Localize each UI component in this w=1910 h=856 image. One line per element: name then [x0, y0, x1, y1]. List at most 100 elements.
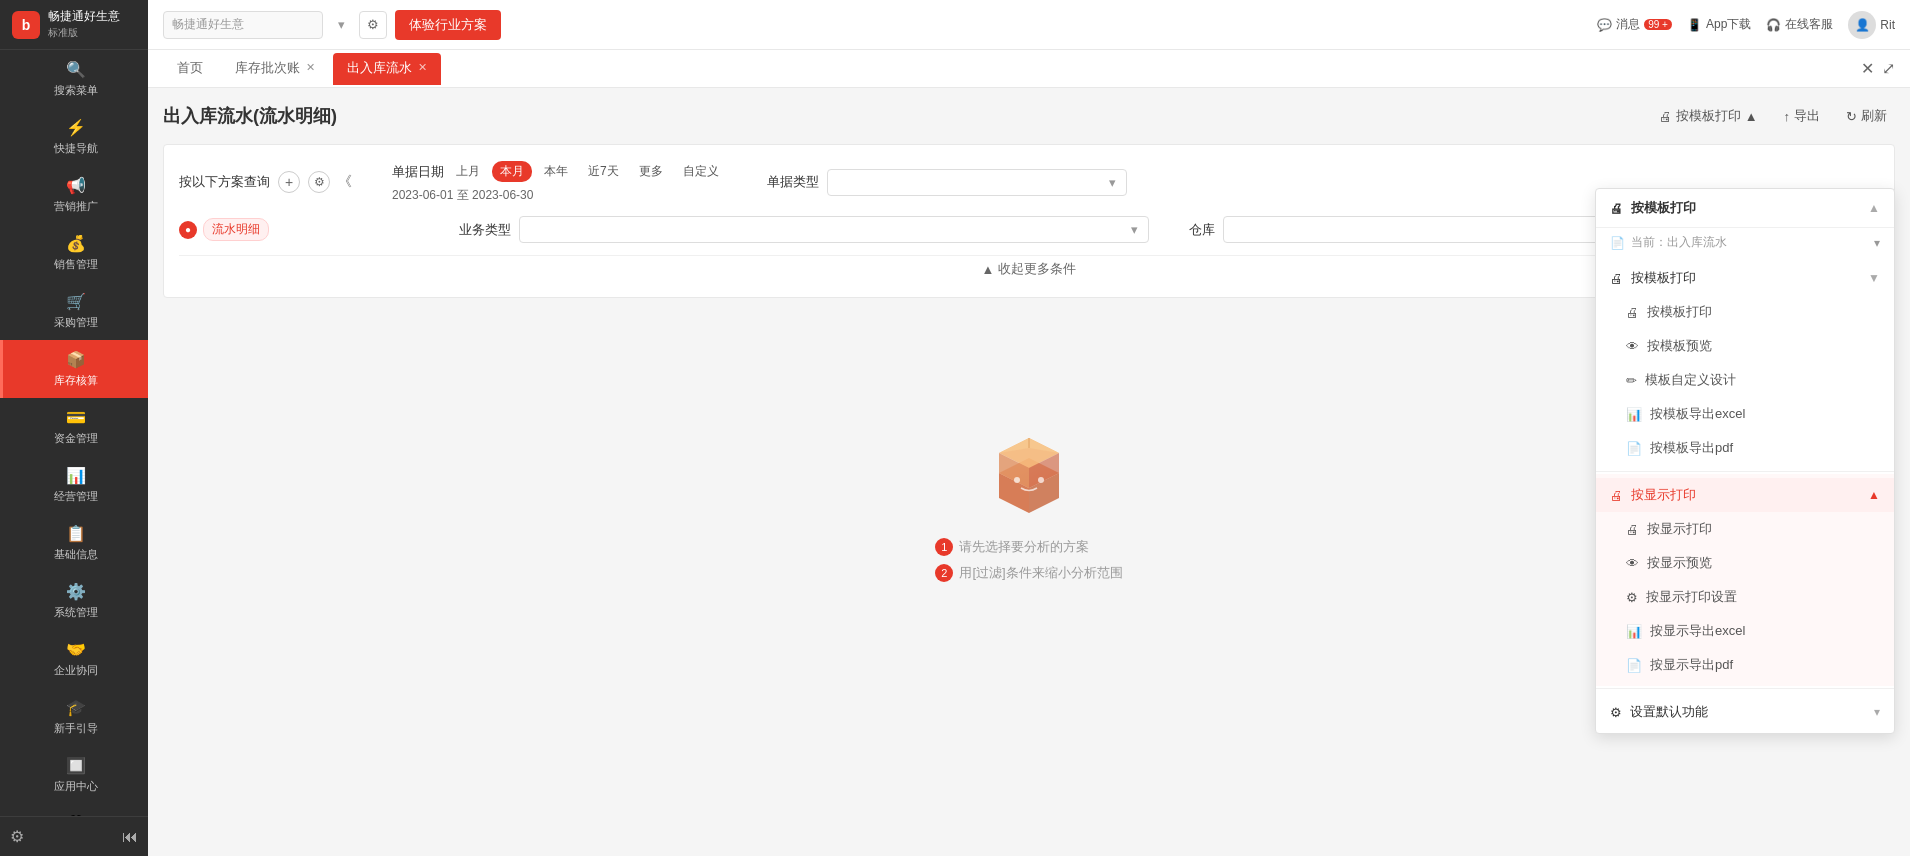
default-settings-icon: ⚙ — [1610, 705, 1622, 720]
template-pdf-item[interactable]: 📄 按模板导出pdf — [1596, 431, 1894, 465]
close-all-icon[interactable]: ✕ — [1861, 59, 1874, 78]
section1-chevron: ▼ — [1868, 271, 1880, 285]
section-template-print: 🖨 按模板打印 ▼ 🖨 按模板打印 👁 按模板预览 ✏ 模板自定义设计 — [1596, 257, 1894, 469]
sidebar-logo: b 畅捷通好生意 标准版 — [0, 0, 148, 50]
message-button[interactable]: 💬 消息 99 + — [1597, 16, 1672, 33]
avatar: 👤 — [1848, 11, 1876, 39]
appcenter-icon: 🔲 — [66, 756, 86, 775]
expand-icon[interactable]: ⤢ — [1882, 59, 1895, 78]
type-select[interactable]: ▾ — [827, 169, 1127, 196]
operations-icon: 📊 — [66, 466, 86, 485]
logo-version: 标准版 — [48, 26, 120, 40]
display-print-label: 按显示打印 — [1647, 520, 1712, 538]
sidebar-item-basic[interactable]: 📋 基础信息 — [0, 514, 148, 572]
sidebar-item-wxwork[interactable]: 💬 企业微信 — [0, 804, 148, 816]
settings-gear-icon[interactable]: ⚙ — [10, 827, 24, 846]
sidebar-item-guide[interactable]: 🎓 新手引导 — [0, 688, 148, 746]
company-selector[interactable] — [163, 11, 323, 39]
section-display-print-header[interactable]: 🖨 按显示打印 ▲ — [1596, 478, 1894, 512]
template-design-label: 模板自定义设计 — [1645, 371, 1736, 389]
date-tab-more[interactable]: 更多 — [631, 160, 671, 183]
sidebar-item-collab[interactable]: 🤝 企业协同 — [0, 630, 148, 688]
business-type-filter: 业务类型 ▾ — [459, 216, 1149, 243]
display-section-icon: 🖨 — [1610, 488, 1623, 503]
refresh-button[interactable]: ↻ 刷新 — [1838, 103, 1895, 129]
tab-batch-ledger[interactable]: 库存批次账 ✕ — [221, 53, 329, 85]
page-content: 出入库流水(流水明细) 🖨 按模板打印 ▲ ↑ 导出 ↻ 刷新 — [148, 88, 1910, 856]
tab-batch-ledger-close[interactable]: ✕ — [306, 61, 315, 74]
display-print-item[interactable]: 🖨 按显示打印 — [1596, 512, 1894, 546]
logo-icon: b — [12, 11, 40, 39]
company-dropdown-icon[interactable]: ▾ — [331, 15, 351, 35]
date-tab-custom[interactable]: 自定义 — [675, 160, 727, 183]
sidebar-item-label: 系统管理 — [54, 605, 98, 620]
sidebar-item-operations[interactable]: 📊 经营管理 — [0, 456, 148, 514]
sidebar-item-purchase[interactable]: 🛒 采购管理 — [0, 282, 148, 340]
filter-settings-button[interactable]: ⚙ — [308, 171, 330, 193]
current-chevron: ▾ — [1874, 236, 1880, 250]
template-excel-item[interactable]: 📊 按模板导出excel — [1596, 397, 1894, 431]
dropdown-divider-1 — [1596, 471, 1894, 472]
sidebar-item-label: 库存核算 — [54, 373, 98, 388]
date-tab-lastmonth[interactable]: 上月 — [448, 160, 488, 183]
sidebar-item-quicknav[interactable]: ⚡ 快捷导航 — [0, 108, 148, 166]
display-excel-label: 按显示导出excel — [1650, 622, 1745, 640]
export-button[interactable]: ↑ 导出 — [1776, 103, 1829, 129]
template-print-icon: 🖨 — [1610, 271, 1623, 286]
date-tab-thismonth[interactable]: 本月 — [492, 161, 532, 182]
tab-stock-flow[interactable]: 出入库流水 ✕ — [333, 53, 441, 85]
collapse-sidebar-icon[interactable]: ⏮ — [122, 828, 138, 846]
filter-tag[interactable]: 流水明细 — [203, 218, 269, 241]
display-preview-label: 按显示预览 — [1647, 554, 1712, 572]
print-chevron-icon: ▲ — [1745, 109, 1758, 124]
template-design-item[interactable]: ✏ 模板自定义设计 — [1596, 363, 1894, 397]
tip-item-1: 1 请先选择要分析的方案 — [935, 538, 1122, 556]
tab-stock-flow-close[interactable]: ✕ — [418, 61, 427, 74]
section2-chevron: ▲ — [1868, 488, 1880, 502]
display-excel-item[interactable]: 📊 按显示导出excel — [1596, 614, 1894, 648]
quicknav-icon: ⚡ — [66, 118, 86, 137]
template-excel-icon: 📊 — [1626, 407, 1642, 422]
sidebar-item-finance[interactable]: 💳 资金管理 — [0, 398, 148, 456]
search-icon: 🔍 — [66, 60, 86, 79]
purchase-icon: 🛒 — [66, 292, 86, 311]
filter-add-button[interactable]: + — [278, 171, 300, 193]
template-print-item[interactable]: 🖨 按模板打印 — [1596, 295, 1894, 329]
tag-area: ● 流水明细 — [179, 218, 439, 241]
date-tab-7days[interactable]: 近7天 — [580, 160, 627, 183]
print-template-label: 按模板打印 — [1676, 107, 1741, 125]
sidebar-item-marketing[interactable]: 📢 营销推广 — [0, 166, 148, 224]
template-preview-icon: 👁 — [1626, 339, 1639, 354]
display-print-settings-item[interactable]: ⚙ 按显示打印设置 — [1596, 580, 1894, 614]
sidebar-item-label: 经营管理 — [54, 489, 98, 504]
trial-button[interactable]: 体验行业方案 — [395, 10, 501, 40]
sidebar-item-sales[interactable]: 💰 销售管理 — [0, 224, 148, 282]
online-service-button[interactable]: 🎧 在线客服 — [1766, 16, 1833, 33]
sidebar-item-search[interactable]: 🔍 搜索菜单 — [0, 50, 148, 108]
section3-chevron: ▾ — [1874, 705, 1880, 719]
tab-home-label: 首页 — [177, 59, 203, 77]
display-pdf-item[interactable]: 📄 按显示导出pdf — [1596, 648, 1894, 682]
dropdown-header-chevron[interactable]: ▲ — [1868, 201, 1880, 215]
display-excel-icon: 📊 — [1626, 624, 1642, 639]
app-download-button[interactable]: 📱 App下载 — [1687, 16, 1751, 33]
sidebar-item-appcenter[interactable]: 🔲 应用中心 — [0, 746, 148, 804]
section-display-label: 按显示打印 — [1631, 486, 1696, 504]
sidebar-item-system[interactable]: ⚙️ 系统管理 — [0, 572, 148, 630]
sidebar-item-inventory[interactable]: 📦 库存核算 — [0, 340, 148, 398]
user-profile[interactable]: 👤 Rit — [1848, 11, 1895, 39]
business-type-select[interactable]: ▾ — [519, 216, 1149, 243]
template-preview-item[interactable]: 👁 按模板预览 — [1596, 329, 1894, 363]
filter-collapse-icon[interactable]: 《 — [338, 173, 352, 191]
section-template-print-header[interactable]: 🖨 按模板打印 ▼ — [1596, 261, 1894, 295]
section-default-header[interactable]: ⚙ 设置默认功能 ▾ — [1596, 695, 1894, 729]
topbar-settings-icon[interactable]: ⚙ — [359, 11, 387, 39]
svg-point-9 — [1038, 477, 1044, 483]
sidebar-item-label: 快捷导航 — [54, 141, 98, 156]
tab-home[interactable]: 首页 — [163, 53, 217, 85]
date-tab-thisyear[interactable]: 本年 — [536, 160, 576, 183]
main-content: ▾ ⚙ 体验行业方案 💬 消息 99 + 📱 App下载 🎧 在线客服 👤 Ri… — [148, 0, 1910, 856]
collapse-more-label: 收起更多条件 — [998, 260, 1076, 278]
print-template-button[interactable]: 🖨 按模板打印 ▲ — [1651, 103, 1766, 129]
display-preview-item[interactable]: 👁 按显示预览 — [1596, 546, 1894, 580]
